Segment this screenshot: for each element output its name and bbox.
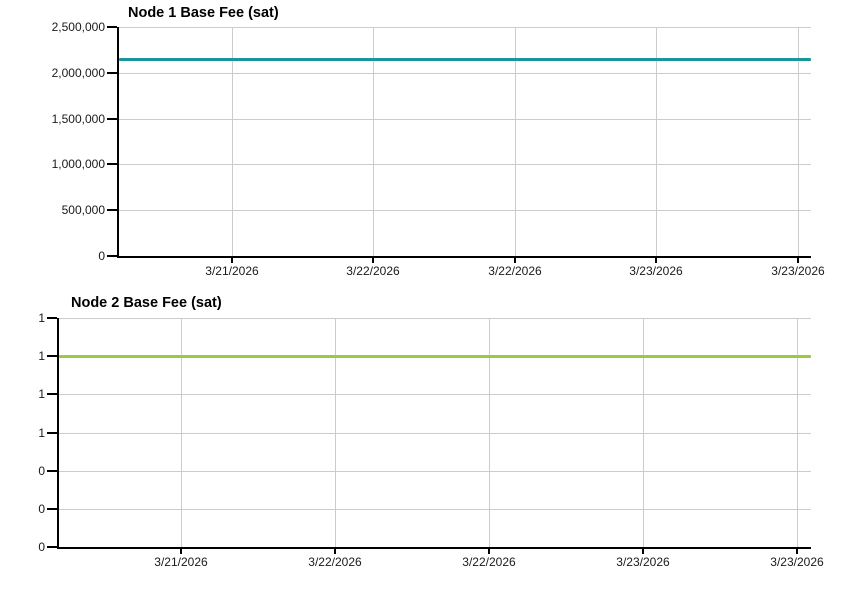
v-gridline (181, 318, 182, 547)
x-tick-label: 3/22/2026 (462, 555, 516, 569)
y-tick-label: 1 (38, 311, 45, 325)
h-gridline (59, 471, 811, 472)
y-tick-label: 0 (38, 540, 45, 554)
y-tick-mark (47, 546, 57, 548)
node-2-base-fee-chart: Node 2 Base Fee (sat) 1 1 1 1 0 0 0 3/21/2026 3/… (0, 0, 860, 600)
v-gridline (489, 318, 490, 547)
v-gridline (797, 318, 798, 547)
x-tick-label: 3/23/2026 (616, 555, 670, 569)
x-tick-label: 3/21/2026 (154, 555, 208, 569)
y-tick-mark (47, 355, 57, 357)
chart-title: Node 2 Base Fee (sat) (71, 295, 222, 311)
h-gridline (59, 509, 811, 510)
y-tick-mark (47, 470, 57, 472)
y-tick-mark (47, 432, 57, 434)
x-tick-label: 3/22/2026 (308, 555, 362, 569)
h-gridline (59, 318, 811, 319)
y-tick-label: 0 (38, 464, 45, 478)
v-gridline (643, 318, 644, 547)
y-tick-label: 1 (38, 426, 45, 440)
y-tick-label: 1 (38, 387, 45, 401)
y-tick-label: 0 (38, 502, 45, 516)
y-tick-mark (47, 317, 57, 319)
charts-canvas: Node 1 Base Fee (sat) 2,500,000 2,000,000… (0, 0, 860, 600)
y-tick-mark (47, 508, 57, 510)
y-tick-label: 1 (38, 349, 45, 363)
y-tick-mark (47, 393, 57, 395)
h-gridline (59, 433, 811, 434)
x-tick-label: 3/23/2026 (770, 555, 824, 569)
series-line-2 (59, 354, 811, 358)
v-gridline (335, 318, 336, 547)
h-gridline (59, 394, 811, 395)
